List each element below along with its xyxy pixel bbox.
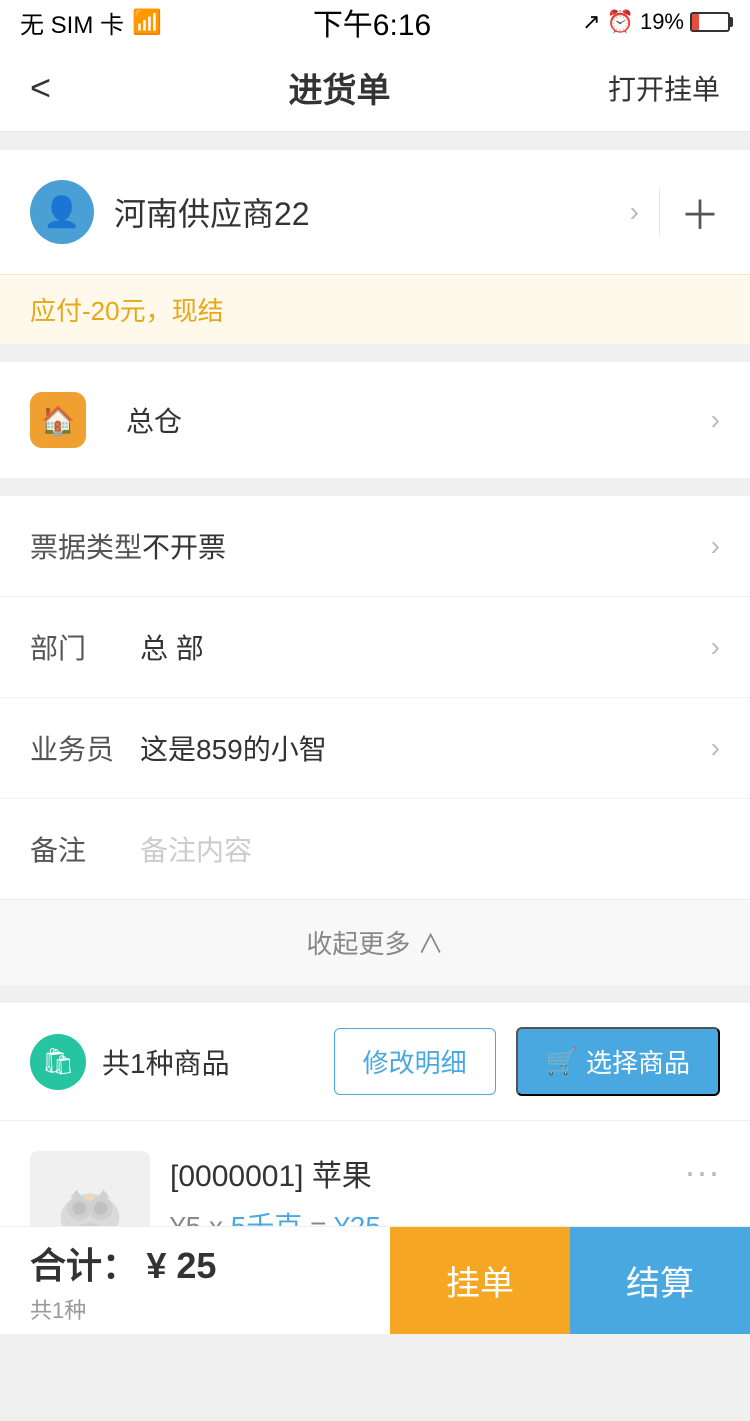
- total-label: 合计：: [30, 1245, 138, 1286]
- invoice-row[interactable]: 票据类型 不开票 ›: [0, 496, 750, 596]
- total-amount: 合计： ¥ 25: [30, 1237, 360, 1289]
- avatar-icon: 👤: [43, 195, 80, 230]
- time-label: 下午6:16: [313, 0, 431, 44]
- supplier-section: 👤 河南供应商22 › ＋ 应付-20元，现结: [0, 150, 750, 344]
- product-count-label: 共1种商品: [102, 1042, 334, 1082]
- info-banner: 应付-20元，现结: [0, 274, 750, 344]
- select-product-button[interactable]: 🛒 选择商品: [516, 1027, 720, 1096]
- supplier-avatar: 👤: [30, 180, 94, 244]
- page-title: 进货单: [71, 63, 608, 112]
- total-section: 合计： ¥ 25 共1种: [0, 1227, 390, 1334]
- chevron-right-icon-5: ›: [711, 732, 720, 764]
- warehouse-row[interactable]: 🏠 总仓 ›: [0, 362, 750, 478]
- nav-bar: < 进货单 打开挂单: [0, 44, 750, 132]
- section-gap-3: [0, 478, 750, 496]
- warehouse-section: 🏠 总仓 ›: [0, 362, 750, 478]
- pending-button[interactable]: 挂单: [390, 1227, 570, 1334]
- product-id: [0000001]: [170, 1160, 303, 1193]
- open-pending-button[interactable]: 打开挂单: [608, 68, 720, 108]
- select-product-icon: 🛒: [546, 1046, 578, 1077]
- add-button[interactable]: ＋: [680, 183, 720, 241]
- status-bar-right: ↗ ⏰ 19%: [582, 9, 730, 35]
- wifi-icon: 📶: [132, 8, 162, 37]
- department-label: 部门: [30, 627, 140, 667]
- salesperson-label: 业务员: [30, 728, 140, 768]
- section-gap-4: [0, 985, 750, 1003]
- chevron-right-icon-3: ›: [711, 530, 720, 562]
- status-bar: 无 SIM 卡 📶 下午6:16 ↗ ⏰ 19%: [0, 0, 750, 44]
- collapse-button[interactable]: 收起更多 ∧: [0, 899, 750, 985]
- product-menu-button[interactable]: ···: [684, 1151, 720, 1193]
- back-button[interactable]: <: [30, 67, 71, 109]
- form-section: 票据类型 不开票 › 部门 总 部 › 业务员 这是859的小智 › 备注 备注…: [0, 496, 750, 985]
- salesperson-value: 这是859的小智: [140, 728, 711, 768]
- remark-row[interactable]: 备注 备注内容: [0, 798, 750, 899]
- warehouse-icon: 🏠: [30, 392, 86, 448]
- location-icon: ↗: [582, 9, 600, 35]
- bottom-bar: 合计： ¥ 25 共1种 挂单 结算: [0, 1226, 750, 1334]
- select-product-label: 选择商品: [586, 1043, 690, 1080]
- product-name: [0000001] 苹果: [170, 1151, 664, 1195]
- chevron-right-icon: ›: [630, 196, 639, 228]
- section-gap-1: [0, 132, 750, 150]
- battery-icon: [690, 12, 730, 32]
- supplier-row[interactable]: 👤 河南供应商22 › ＋: [0, 150, 750, 274]
- total-value: ¥ 25: [146, 1245, 216, 1286]
- warehouse-label: 总仓: [126, 400, 711, 440]
- product-title: 苹果: [312, 1160, 372, 1193]
- remark-value: 备注内容: [140, 829, 720, 869]
- chevron-right-icon-2: ›: [711, 404, 720, 436]
- carrier-label: 无 SIM 卡: [20, 5, 124, 40]
- vertical-divider: [659, 187, 660, 237]
- checkout-button[interactable]: 结算: [570, 1227, 750, 1334]
- invoice-label: 票据类型: [30, 526, 142, 566]
- remark-label: 备注: [30, 829, 140, 869]
- salesperson-row[interactable]: 业务员 这是859的小智 ›: [0, 697, 750, 798]
- product-bag-icon: 🛍: [30, 1034, 86, 1090]
- alarm-icon: ⏰: [607, 9, 634, 35]
- bag-icon: 🛍: [41, 1046, 74, 1077]
- supplier-name: 河南供应商22: [114, 189, 630, 235]
- battery-label: 19%: [640, 9, 684, 35]
- department-row[interactable]: 部门 总 部 ›: [0, 596, 750, 697]
- section-gap-2: [0, 344, 750, 362]
- department-value: 总 部: [140, 627, 711, 667]
- modify-detail-button[interactable]: 修改明细: [334, 1028, 496, 1095]
- status-bar-left: 无 SIM 卡 📶: [20, 5, 162, 40]
- chevron-right-icon-4: ›: [711, 631, 720, 663]
- product-header: 🛍 共1种商品 修改明细 🛒 选择商品: [0, 1003, 750, 1120]
- invoice-value: 不开票: [142, 526, 711, 566]
- total-sub: 共1种: [30, 1293, 360, 1325]
